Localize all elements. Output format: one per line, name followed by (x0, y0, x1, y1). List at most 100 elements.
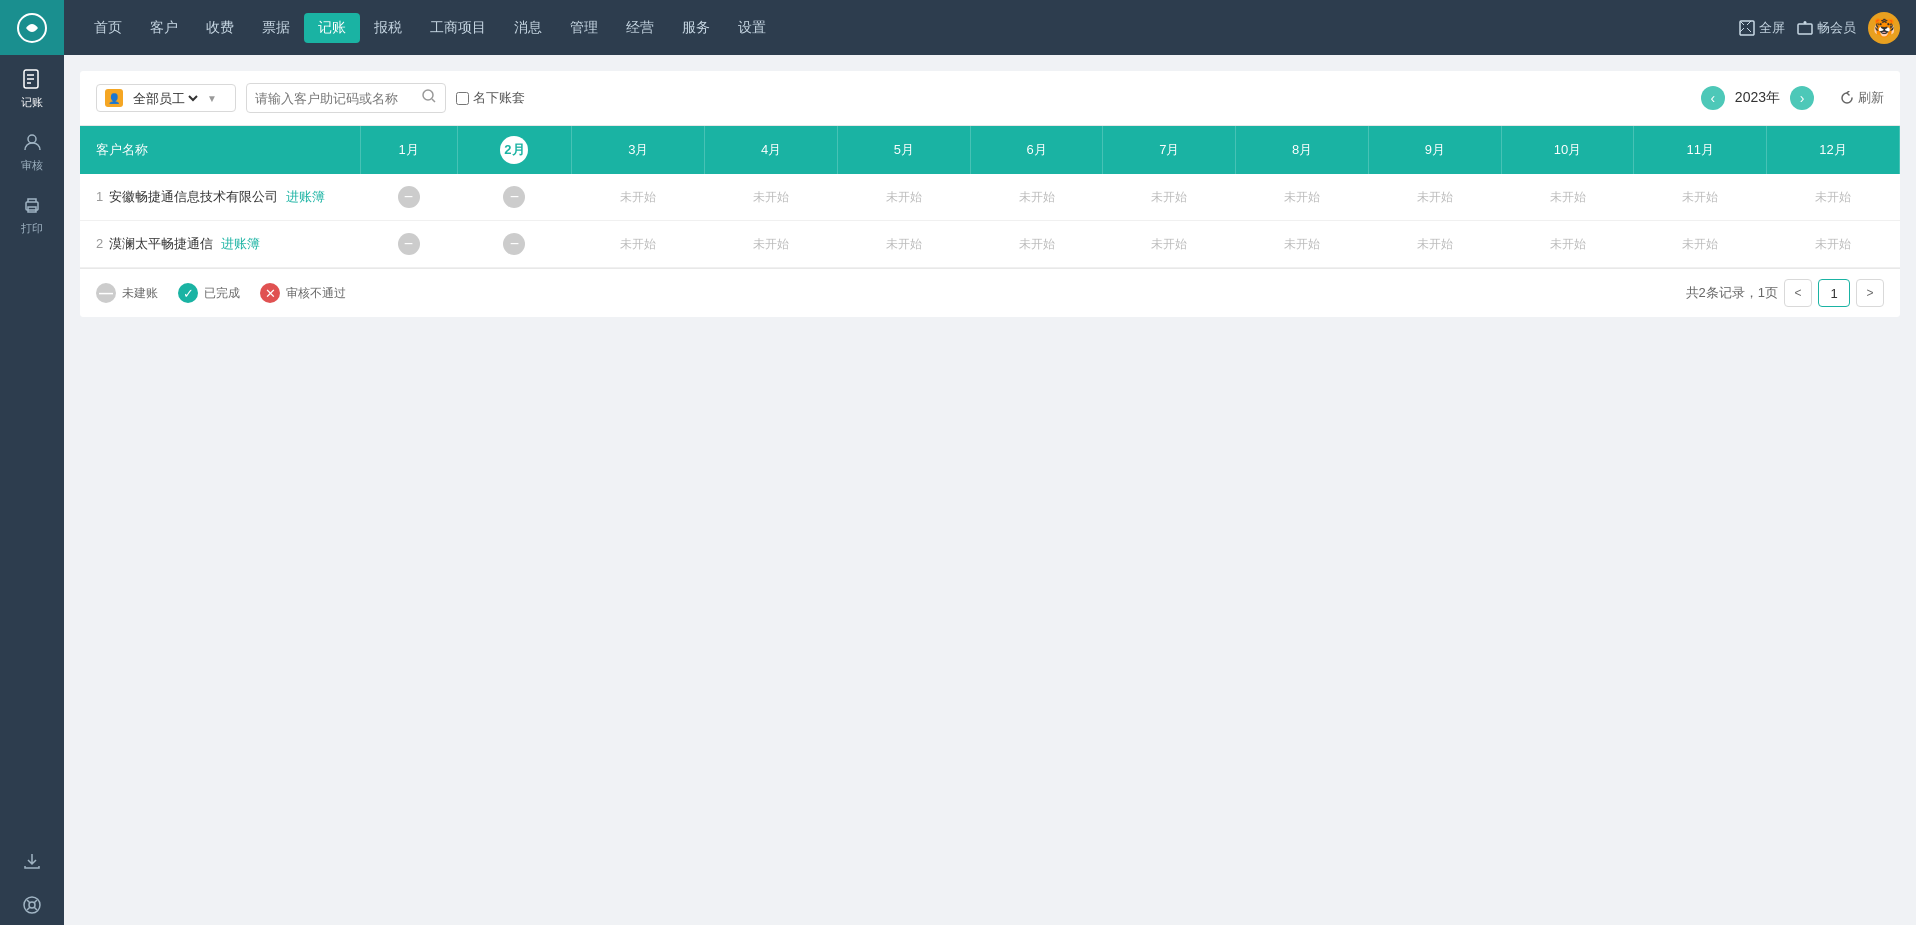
nav-message[interactable]: 消息 (500, 13, 556, 43)
sidebar-item-audit[interactable]: 审核 (0, 118, 64, 181)
toolbar: 👤 全部员工 ▼ (80, 71, 1900, 125)
nav-invoice[interactable]: 票据 (248, 13, 304, 43)
print-icon (20, 193, 44, 217)
table-footer: — 未建账 ✓ 已完成 ✕ 审核不通过 共2条记录， (80, 268, 1900, 317)
month-cell-8: 未开始 (1236, 174, 1369, 221)
svg-line-18 (432, 99, 435, 102)
nav-service[interactable]: 服务 (668, 13, 724, 43)
col-jan[interactable]: 1月 (360, 126, 457, 174)
sidebar-item-download[interactable] (0, 837, 64, 881)
svg-rect-15 (1798, 24, 1812, 34)
prev-page-button[interactable]: < (1784, 279, 1812, 307)
prev-year-button[interactable]: ‹ (1701, 86, 1725, 110)
employee-select-icon: 👤 (105, 89, 123, 107)
feb-highlight: 2月 (500, 136, 528, 164)
my-accounts-checkbox[interactable] (456, 92, 469, 105)
nav-manage[interactable]: 管理 (556, 13, 612, 43)
nav-operation[interactable]: 经营 (612, 13, 668, 43)
my-accounts-label: 名下账套 (473, 89, 525, 107)
page-input[interactable] (1818, 279, 1850, 307)
sidebar-item-label: 审核 (21, 158, 43, 173)
not-started-icon: − (398, 186, 420, 208)
fullscreen-button[interactable]: 全屏 (1739, 19, 1785, 37)
table-row: 1安徽畅捷通信息技术有限公司进账簿−−未开始未开始未开始未开始未开始未开始未开始… (80, 174, 1900, 221)
next-page-button[interactable]: > (1856, 279, 1884, 307)
col-dec[interactable]: 12月 (1767, 126, 1900, 174)
month-cell-1[interactable]: − (360, 174, 457, 221)
sidebar-bottom (0, 837, 64, 925)
data-table-wrap: 客户名称 1月 2月 3月 4月 5月 6月 7月 8月 9月 10月 11月 (80, 125, 1900, 268)
bookkeeping-icon (20, 67, 44, 91)
nav-business[interactable]: 工商项目 (416, 13, 500, 43)
legend-rejected-label: 审核不通过 (286, 285, 346, 302)
support-icon (20, 893, 44, 917)
user-avatar[interactable]: 🐯 (1868, 12, 1900, 44)
month-cell-4: 未开始 (705, 174, 838, 221)
col-mar[interactable]: 3月 (572, 126, 705, 174)
employee-select-wrapper[interactable]: 👤 全部员工 ▼ (96, 84, 236, 112)
month-cell-2[interactable]: − (457, 174, 572, 221)
sidebar-item-bookkeeping[interactable]: 记账 (0, 55, 64, 118)
month-cell-6: 未开始 (970, 174, 1103, 221)
nav-client[interactable]: 客户 (136, 13, 192, 43)
col-oct[interactable]: 10月 (1501, 126, 1634, 174)
year-display: 2023年 (1735, 89, 1780, 107)
nav-settings[interactable]: 设置 (724, 13, 780, 43)
nav-home[interactable]: 首页 (80, 13, 136, 43)
svg-point-9 (29, 902, 35, 908)
sidebar-item-print[interactable]: 打印 (0, 181, 64, 244)
client-name: 漠澜太平畅捷通信 (109, 236, 213, 251)
row-name-cell: 1安徽畅捷通信息技术有限公司进账簿 (80, 174, 360, 221)
month-cell-9: 未开始 (1368, 174, 1501, 221)
row-number: 2 (96, 236, 103, 251)
month-cell-11: 未开始 (1634, 174, 1767, 221)
legend-not-created: — 未建账 (96, 283, 158, 303)
search-input[interactable] (255, 91, 415, 106)
col-aug[interactable]: 8月 (1236, 126, 1369, 174)
col-may[interactable]: 5月 (837, 126, 970, 174)
month-cell-7: 未开始 (1103, 221, 1236, 268)
enter-ledger-link[interactable]: 进账簿 (221, 236, 260, 251)
col-feb[interactable]: 2月 (457, 126, 572, 174)
legend-rejected: ✕ 审核不通过 (260, 283, 346, 303)
enter-ledger-link[interactable]: 进账簿 (286, 189, 325, 204)
month-cell-10: 未开始 (1501, 221, 1634, 268)
nav-tax[interactable]: 报税 (360, 13, 416, 43)
vip-button[interactable]: 畅会员 (1797, 19, 1856, 37)
month-cell-12: 未开始 (1767, 174, 1900, 221)
col-jun[interactable]: 6月 (970, 126, 1103, 174)
employee-select[interactable]: 全部员工 (129, 90, 201, 107)
month-cell-1[interactable]: − (360, 221, 457, 268)
nav-bookkeeping[interactable]: 记账 (304, 13, 360, 43)
month-cell-10: 未开始 (1501, 174, 1634, 221)
not-started-icon: − (503, 186, 525, 208)
nav-billing[interactable]: 收费 (192, 13, 248, 43)
next-year-button[interactable]: › (1790, 86, 1814, 110)
refresh-label: 刷新 (1858, 89, 1884, 107)
chevron-down-icon: ▼ (207, 93, 217, 104)
app-logo (0, 0, 64, 55)
topnav: 首页 客户 收费 票据 记账 报税 工商项目 消息 管理 经营 服务 设置 全屏 (64, 0, 1916, 55)
legend-completed: ✓ 已完成 (178, 283, 240, 303)
my-accounts-checkbox-label[interactable]: 名下账套 (456, 89, 525, 107)
col-apr[interactable]: 4月 (705, 126, 838, 174)
search-input-wrap (246, 83, 446, 113)
sidebar: 记账 审核 打印 (0, 0, 64, 925)
pagination-total: 共2条记录，1页 (1686, 284, 1778, 302)
sidebar-item-label: 记账 (21, 95, 43, 110)
vip-label: 畅会员 (1817, 19, 1856, 37)
search-button[interactable] (421, 88, 437, 108)
legend-completed-label: 已完成 (204, 285, 240, 302)
month-cell-2[interactable]: − (457, 221, 572, 268)
refresh-button[interactable]: 刷新 (1840, 89, 1884, 107)
not-started-icon: − (398, 233, 420, 255)
col-nov[interactable]: 11月 (1634, 126, 1767, 174)
row-number: 1 (96, 189, 103, 204)
col-jul[interactable]: 7月 (1103, 126, 1236, 174)
month-cell-5: 未开始 (837, 221, 970, 268)
pagination: 共2条记录，1页 < > (1686, 279, 1884, 307)
sidebar-item-support[interactable] (0, 881, 64, 925)
month-cell-4: 未开始 (705, 221, 838, 268)
col-sep[interactable]: 9月 (1368, 126, 1501, 174)
table-row: 2漠澜太平畅捷通信进账簿−−未开始未开始未开始未开始未开始未开始未开始未开始未开… (80, 221, 1900, 268)
